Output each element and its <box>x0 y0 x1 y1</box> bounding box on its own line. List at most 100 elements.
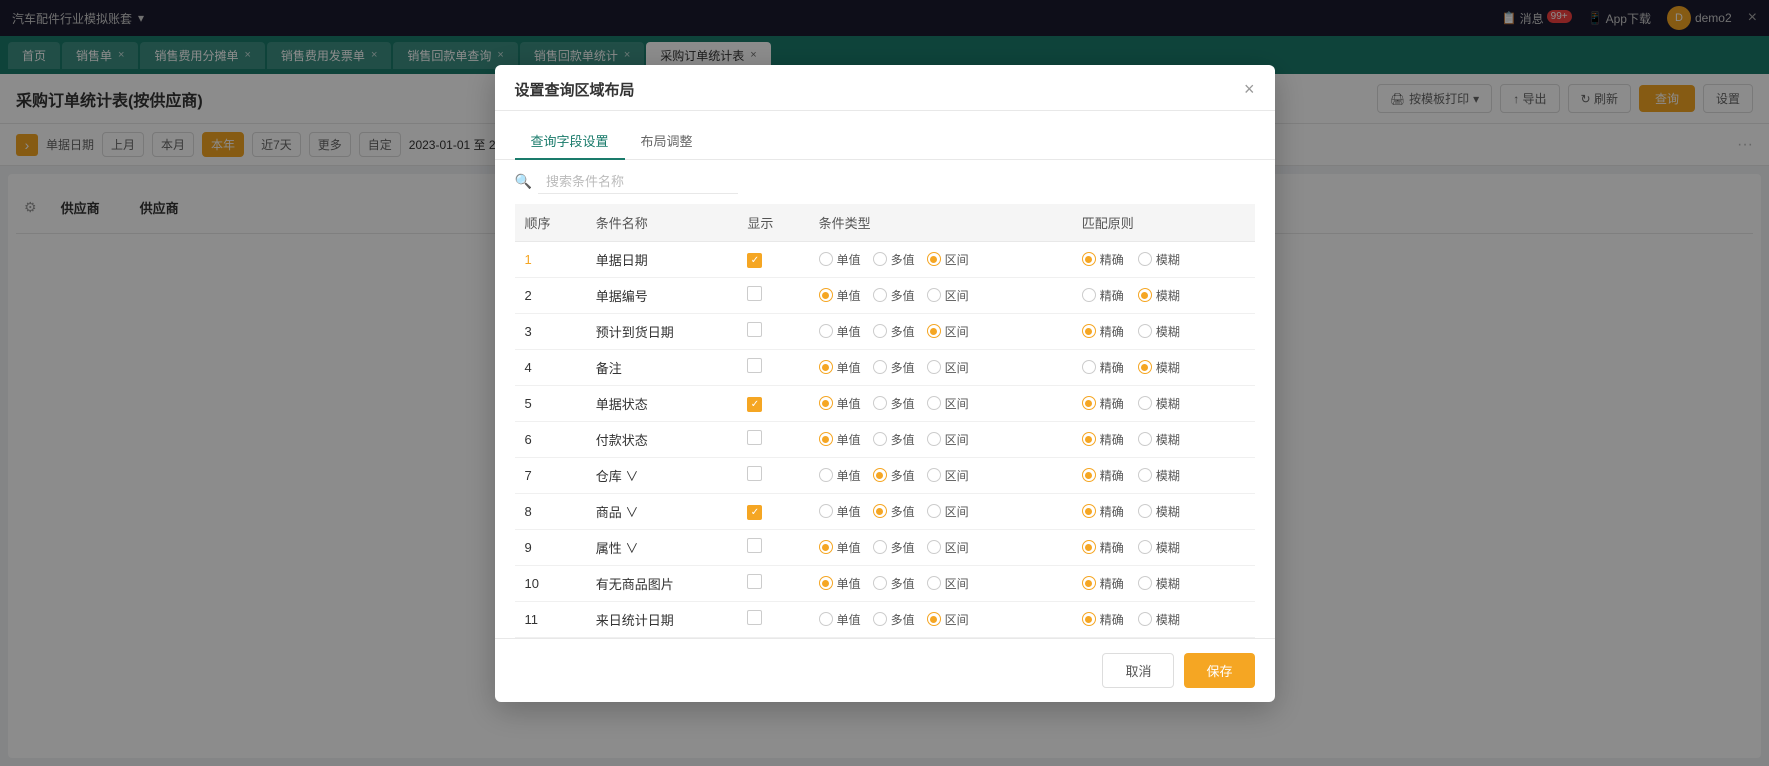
type-radio-区间[interactable]: 区间 <box>927 611 969 628</box>
match-radio-模糊[interactable]: 模糊 <box>1138 287 1180 304</box>
type-radio-区间[interactable]: 区间 <box>927 395 969 412</box>
show-checkbox[interactable] <box>747 574 762 589</box>
type-radio-多值[interactable]: 多值 <box>873 539 915 556</box>
cell-show[interactable] <box>737 349 808 385</box>
search-input[interactable] <box>538 170 738 194</box>
show-checkbox[interactable] <box>747 322 762 337</box>
match-radio-模糊[interactable]: 模糊 <box>1138 251 1180 268</box>
match-radio-精确[interactable]: 精确 <box>1082 503 1124 520</box>
match-radio-circle <box>1138 432 1152 446</box>
cell-match: 精确模糊 <box>1072 421 1255 457</box>
match-radio-精确[interactable]: 精确 <box>1082 539 1124 556</box>
type-radio-单值[interactable]: 单值 <box>819 575 861 592</box>
type-radio-多值[interactable]: 多值 <box>873 287 915 304</box>
match-radio-精确[interactable]: 精确 <box>1082 287 1124 304</box>
match-radio-模糊[interactable]: 模糊 <box>1138 539 1180 556</box>
type-radio-区间[interactable]: 区间 <box>927 503 969 520</box>
show-checkbox[interactable] <box>747 358 762 373</box>
match-radio-模糊[interactable]: 模糊 <box>1138 431 1180 448</box>
save-button[interactable]: 保存 <box>1184 653 1254 688</box>
show-checkbox[interactable] <box>747 538 762 553</box>
cell-show[interactable] <box>737 457 808 493</box>
type-radio-单值[interactable]: 单值 <box>819 467 861 484</box>
cell-show[interactable] <box>737 277 808 313</box>
dialog-tab-layout[interactable]: 布局调整 <box>625 123 709 160</box>
type-radio-多值[interactable]: 多值 <box>873 395 915 412</box>
radio-label: 单值 <box>837 323 861 340</box>
type-radio-区间[interactable]: 区间 <box>927 323 969 340</box>
match-radio-label: 模糊 <box>1156 467 1180 484</box>
type-radio-单值[interactable]: 单值 <box>819 323 861 340</box>
type-radio-多值[interactable]: 多值 <box>873 611 915 628</box>
type-radio-单值[interactable]: 单值 <box>819 431 861 448</box>
match-radio-模糊[interactable]: 模糊 <box>1138 611 1180 628</box>
match-radio-模糊[interactable]: 模糊 <box>1138 575 1180 592</box>
match-radio-模糊[interactable]: 模糊 <box>1138 359 1180 376</box>
match-radio-模糊[interactable]: 模糊 <box>1138 467 1180 484</box>
cell-show[interactable] <box>737 529 808 565</box>
cell-show[interactable] <box>737 421 808 457</box>
type-radio-多值[interactable]: 多值 <box>873 251 915 268</box>
type-radio-单值[interactable]: 单值 <box>819 287 861 304</box>
type-radio-区间[interactable]: 区间 <box>927 539 969 556</box>
show-checkbox[interactable] <box>747 286 762 301</box>
radio-label: 单值 <box>837 359 861 376</box>
match-radio-模糊[interactable]: 模糊 <box>1138 323 1180 340</box>
type-radio-区间[interactable]: 区间 <box>927 467 969 484</box>
show-checkbox[interactable] <box>747 505 762 520</box>
type-radio-多值[interactable]: 多值 <box>873 323 915 340</box>
match-radio-精确[interactable]: 精确 <box>1082 323 1124 340</box>
show-checkbox[interactable] <box>747 253 762 268</box>
dialog-tab-fields[interactable]: 查询字段设置 <box>515 123 625 160</box>
radio-label: 多值 <box>891 503 915 520</box>
type-radio-单值[interactable]: 单值 <box>819 503 861 520</box>
cell-name: 来日统计日期 <box>586 601 738 637</box>
type-radio-多值[interactable]: 多值 <box>873 575 915 592</box>
cell-show[interactable] <box>737 313 808 349</box>
match-radio-精确[interactable]: 精确 <box>1082 575 1124 592</box>
show-checkbox[interactable] <box>747 466 762 481</box>
type-radio-单值[interactable]: 单值 <box>819 359 861 376</box>
type-radio-区间[interactable]: 区间 <box>927 575 969 592</box>
type-radio-单值[interactable]: 单值 <box>819 395 861 412</box>
match-radio-精确[interactable]: 精确 <box>1082 611 1124 628</box>
dialog-close-button[interactable]: × <box>1244 79 1255 100</box>
radio-label: 单值 <box>837 503 861 520</box>
show-checkbox[interactable] <box>747 430 762 445</box>
type-radio-多值[interactable]: 多值 <box>873 431 915 448</box>
table-row: 10有无商品图片单值多值区间精确模糊 <box>515 565 1255 601</box>
cell-order: 6 <box>515 421 586 457</box>
cell-show[interactable] <box>737 385 808 421</box>
cell-name: 商品 ∨ <box>586 493 738 529</box>
cancel-button[interactable]: 取消 <box>1102 653 1174 688</box>
match-radio-circle <box>1082 324 1096 338</box>
cell-show[interactable] <box>737 565 808 601</box>
type-radio-区间[interactable]: 区间 <box>927 359 969 376</box>
type-radio-区间[interactable]: 区间 <box>927 251 969 268</box>
match-radio-精确[interactable]: 精确 <box>1082 431 1124 448</box>
match-radio-模糊[interactable]: 模糊 <box>1138 395 1180 412</box>
type-radio-多值[interactable]: 多值 <box>873 467 915 484</box>
type-radio-单值[interactable]: 单值 <box>819 539 861 556</box>
match-radio-精确[interactable]: 精确 <box>1082 251 1124 268</box>
show-checkbox[interactable] <box>747 610 762 625</box>
type-radio-区间[interactable]: 区间 <box>927 287 969 304</box>
match-radio-精确[interactable]: 精确 <box>1082 359 1124 376</box>
match-radio-circle <box>1082 504 1096 518</box>
type-radio-多值[interactable]: 多值 <box>873 359 915 376</box>
type-radio-单值[interactable]: 单值 <box>819 611 861 628</box>
cell-order: 8 <box>515 493 586 529</box>
cell-show[interactable] <box>737 241 808 277</box>
radio-circle <box>873 432 887 446</box>
search-icon: 🔍 <box>515 173 532 190</box>
type-radio-区间[interactable]: 区间 <box>927 431 969 448</box>
match-radio-精确[interactable]: 精确 <box>1082 467 1124 484</box>
type-radio-单值[interactable]: 单值 <box>819 251 861 268</box>
radio-circle <box>819 324 833 338</box>
type-radio-多值[interactable]: 多值 <box>873 503 915 520</box>
match-radio-精确[interactable]: 精确 <box>1082 395 1124 412</box>
show-checkbox[interactable] <box>747 397 762 412</box>
cell-show[interactable] <box>737 601 808 637</box>
match-radio-模糊[interactable]: 模糊 <box>1138 503 1180 520</box>
cell-show[interactable] <box>737 493 808 529</box>
